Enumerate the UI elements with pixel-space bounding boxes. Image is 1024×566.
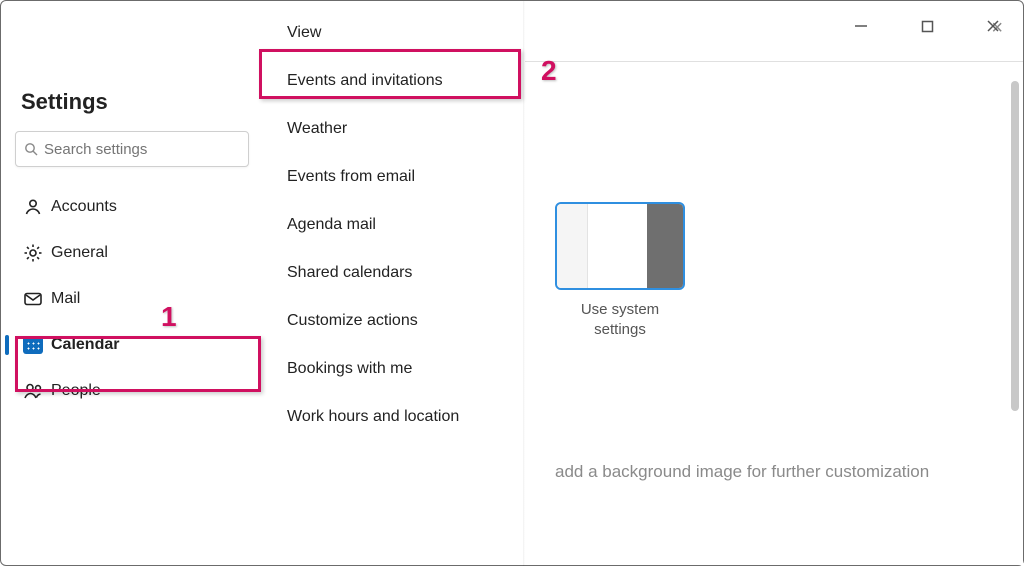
settings-sidebar: Settings Accounts General <box>1 61 263 561</box>
person-icon <box>23 197 51 217</box>
nav-accounts[interactable]: Accounts <box>15 185 249 229</box>
theme-option-use-system[interactable]: Use system settings <box>555 202 685 339</box>
search-icon <box>24 142 38 156</box>
nav-mail[interactable]: Mail <box>15 277 249 321</box>
submenu-events-from-email[interactable]: Events from email <box>287 153 525 201</box>
nav-people[interactable]: People <box>15 369 249 413</box>
nav-label: People <box>51 382 101 400</box>
annotation-number-1: 1 <box>161 301 177 333</box>
nav-label: Mail <box>51 290 80 308</box>
submenu-weather[interactable]: Weather <box>287 105 525 153</box>
annotation-number-2: 2 <box>541 55 557 87</box>
settings-window: × Settings Accounts General <box>0 0 1024 566</box>
nav-general[interactable]: General <box>15 231 249 275</box>
submenu-events-and-invitations[interactable]: Events and invitations <box>287 57 525 105</box>
background-hint-text: add a background image for further custo… <box>555 462 993 482</box>
nav-label: Accounts <box>51 198 117 216</box>
people-icon <box>23 381 51 401</box>
submenu-view[interactable]: View <box>287 9 525 57</box>
submenu-agenda-mail[interactable]: Agenda mail <box>287 201 525 249</box>
search-input[interactable] <box>44 141 243 158</box>
gear-icon <box>23 243 51 263</box>
close-button[interactable] <box>973 11 1013 41</box>
settings-nav: Accounts General Mail Calendar <box>15 185 249 413</box>
theme-thumbnail <box>555 202 685 290</box>
theme-option-label: Use system settings <box>555 300 685 339</box>
calendar-submenu: View Events and invitations Weather Even… <box>263 1 525 566</box>
submenu-bookings-with-me[interactable]: Bookings with me <box>287 345 525 393</box>
submenu-shared-calendars[interactable]: Shared calendars <box>287 249 525 297</box>
maximize-button[interactable] <box>907 11 947 41</box>
nav-calendar[interactable]: Calendar <box>15 323 249 367</box>
content-pane: Use system settings add a background ima… <box>525 61 1023 565</box>
submenu-work-hours-and-location[interactable]: Work hours and location <box>287 393 525 441</box>
scrollbar-thumb[interactable] <box>1011 81 1019 411</box>
mail-icon <box>23 289 51 309</box>
settings-title: Settings <box>21 89 249 115</box>
window-controls <box>841 11 1013 41</box>
nav-label: General <box>51 244 108 262</box>
nav-label: Calendar <box>51 336 119 354</box>
search-settings-field[interactable] <box>15 131 249 167</box>
submenu-customize-actions[interactable]: Customize actions <box>287 297 525 345</box>
minimize-button[interactable] <box>841 11 881 41</box>
calendar-icon <box>23 336 51 354</box>
